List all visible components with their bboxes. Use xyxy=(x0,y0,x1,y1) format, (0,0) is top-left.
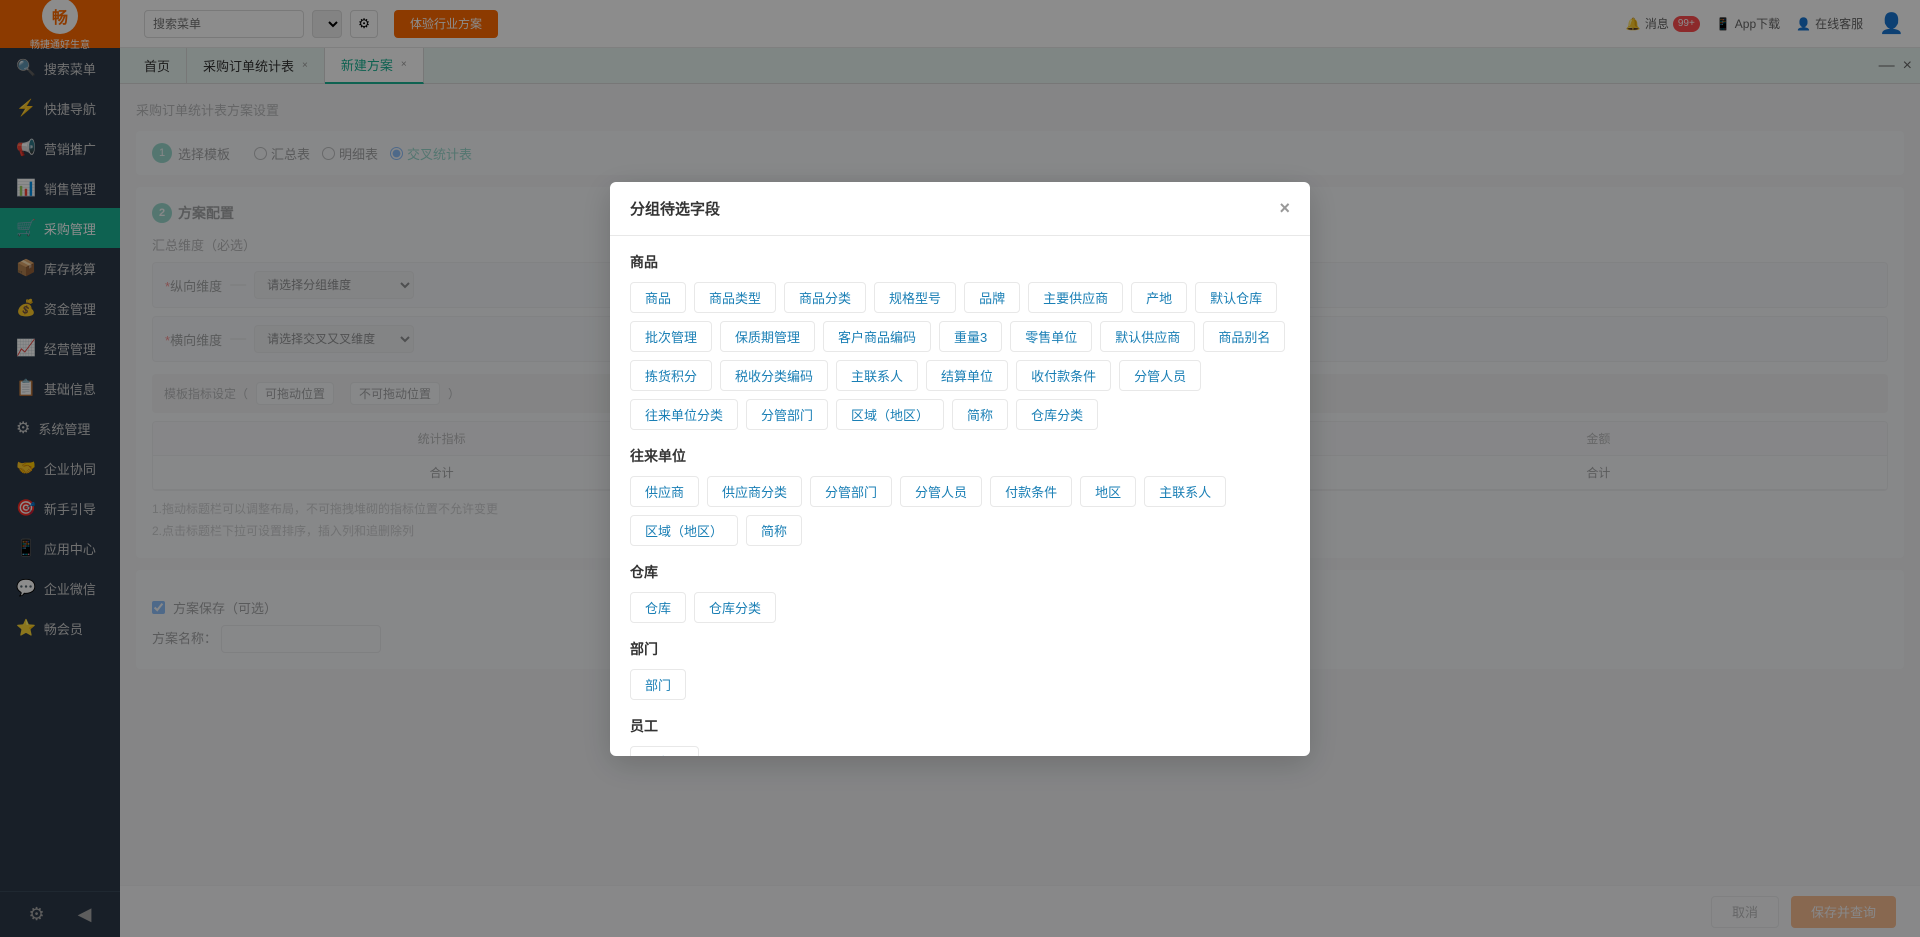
modal-section-staff: 员工业务员 xyxy=(630,716,1290,756)
modal-fields-staff: 业务员 xyxy=(630,746,1290,756)
field-chip[interactable]: 品牌 xyxy=(964,282,1020,313)
modal-section-title-goods: 商品 xyxy=(630,252,1290,272)
modal-section-contacts: 往来单位供应商供应商分类分管部门分管人员付款条件地区主联系人区域（地区） 简称 xyxy=(630,446,1290,546)
field-chip[interactable]: 供应商 xyxy=(630,476,699,507)
modal-close-button[interactable]: × xyxy=(1279,198,1290,219)
field-chip[interactable]: 分管部门 xyxy=(746,399,828,430)
field-chip[interactable]: 仓库分类 xyxy=(1016,399,1098,430)
field-chip[interactable]: 规格型号 xyxy=(874,282,956,313)
field-chip[interactable]: 商品 xyxy=(630,282,686,313)
modal-dialog: 分组待选字段 × 商品商品商品类型商品分类规格型号品牌主要供应商产地默认仓库批次… xyxy=(610,182,1310,756)
modal-fields-dept: 部门 xyxy=(630,669,1290,700)
field-chip[interactable]: 重量3 xyxy=(939,321,1002,352)
field-chip[interactable]: 主联系人 xyxy=(1144,476,1226,507)
field-chip[interactable]: 客户商品编码 xyxy=(823,321,931,352)
modal-section-title-contacts: 往来单位 xyxy=(630,446,1290,466)
field-chip[interactable]: 区域（地区） xyxy=(836,399,944,430)
field-chip[interactable]: 默认供应商 xyxy=(1100,321,1195,352)
field-chip[interactable]: 保质期管理 xyxy=(720,321,815,352)
field-chip[interactable]: 拣货积分 xyxy=(630,360,712,391)
modal-title: 分组待选字段 xyxy=(630,198,720,219)
field-chip[interactable]: 仓库 xyxy=(630,592,686,623)
field-chip[interactable]: 默认仓库 xyxy=(1195,282,1277,313)
field-chip[interactable]: 地区 xyxy=(1080,476,1136,507)
field-chip[interactable]: 往来单位分类 xyxy=(630,399,738,430)
modal-overlay: 分组待选字段 × 商品商品商品类型商品分类规格型号品牌主要供应商产地默认仓库批次… xyxy=(0,0,1920,937)
modal-body-wrapper: 商品商品商品类型商品分类规格型号品牌主要供应商产地默认仓库批次管理保质期管理客户… xyxy=(610,236,1310,756)
field-chip[interactable]: 主要供应商 xyxy=(1028,282,1123,313)
field-chip[interactable]: 主联系人 xyxy=(836,360,918,391)
field-chip[interactable]: 商品类型 xyxy=(694,282,776,313)
modal-fields-contacts: 供应商供应商分类分管部门分管人员付款条件地区主联系人区域（地区） 简称 xyxy=(630,476,1290,546)
field-chip[interactable]: 简称 xyxy=(746,515,802,546)
modal-section-dept: 部门部门 xyxy=(630,639,1290,700)
field-chip[interactable]: 付款条件 xyxy=(990,476,1072,507)
field-chip[interactable]: 分管人员 xyxy=(900,476,982,507)
field-chip[interactable]: 供应商分类 xyxy=(707,476,802,507)
modal-section-title-staff: 员工 xyxy=(630,716,1290,736)
field-chip[interactable]: 仓库分类 xyxy=(694,592,776,623)
modal-section-warehouse: 仓库仓库仓库分类 xyxy=(630,562,1290,623)
modal-section-title-dept: 部门 xyxy=(630,639,1290,659)
modal-section-goods: 商品商品商品类型商品分类规格型号品牌主要供应商产地默认仓库批次管理保质期管理客户… xyxy=(630,252,1290,430)
field-chip[interactable]: 部门 xyxy=(630,669,686,700)
field-chip[interactable]: 零售单位 xyxy=(1010,321,1092,352)
field-chip[interactable]: 区域（地区） xyxy=(630,515,738,546)
modal-fields-warehouse: 仓库仓库分类 xyxy=(630,592,1290,623)
field-chip[interactable]: 商品分类 xyxy=(784,282,866,313)
field-chip[interactable]: 分管人员 xyxy=(1119,360,1201,391)
field-chip[interactable]: 商品别名 xyxy=(1203,321,1285,352)
field-chip[interactable]: 税收分类编码 xyxy=(720,360,828,391)
field-chip[interactable]: 产地 xyxy=(1131,282,1187,313)
modal-fields-goods: 商品商品类型商品分类规格型号品牌主要供应商产地默认仓库批次管理保质期管理客户商品… xyxy=(630,282,1290,430)
field-chip[interactable]: 收付款条件 xyxy=(1016,360,1111,391)
field-chip[interactable]: 结算单位 xyxy=(926,360,1008,391)
modal-header: 分组待选字段 × xyxy=(610,182,1310,236)
field-chip[interactable]: 简称 xyxy=(952,399,1008,430)
modal-content-area: 商品商品商品类型商品分类规格型号品牌主要供应商产地默认仓库批次管理保质期管理客户… xyxy=(610,236,1310,756)
modal-section-title-warehouse: 仓库 xyxy=(630,562,1290,582)
field-chip[interactable]: 业务员 xyxy=(630,746,699,756)
field-chip[interactable]: 批次管理 xyxy=(630,321,712,352)
field-chip[interactable]: 分管部门 xyxy=(810,476,892,507)
